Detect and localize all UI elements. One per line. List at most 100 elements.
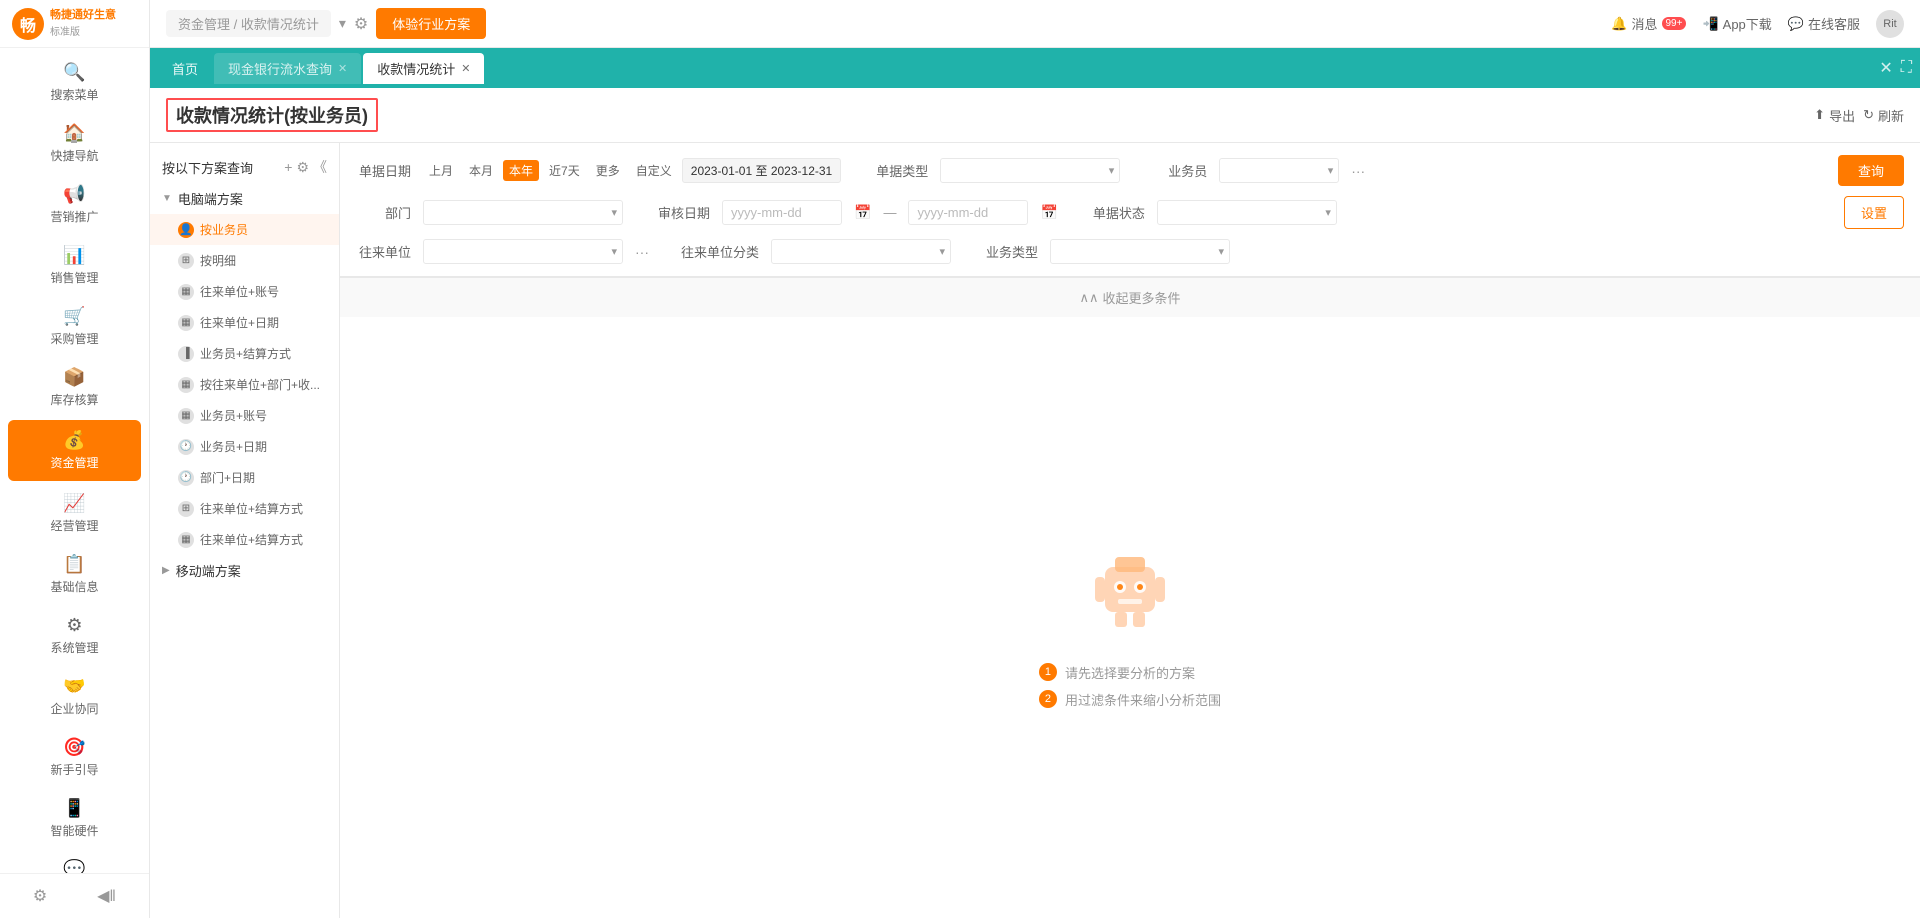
partner-category-select[interactable]	[771, 239, 951, 264]
partner-category-wrapper	[771, 239, 951, 264]
mobile-group-header[interactable]: ▶ 移动端方案	[150, 555, 339, 586]
app-download-btn[interactable]: 📲 App下载	[1702, 14, 1771, 33]
robot-svg	[1080, 537, 1180, 637]
empty-robot-illustration	[1070, 527, 1190, 647]
scheme-item-staff-account[interactable]: ▦ 业务员+账号	[150, 400, 339, 431]
pc-group-header[interactable]: ▼ 电脑端方案	[150, 183, 339, 214]
collapse-label: 收起更多条件	[1103, 288, 1181, 307]
dept-select[interactable]	[423, 200, 623, 225]
date-btn-7days[interactable]: 近7天	[543, 160, 586, 181]
scheme-item-by-staff[interactable]: 👤 按业务员	[150, 214, 339, 245]
dept-date-icon: 🕐	[178, 470, 194, 486]
doc-type-select[interactable]	[940, 158, 1120, 183]
partner-select[interactable]	[423, 239, 623, 264]
page-wrapper: 收款情况统计(按业务员) ⬆ 导出 ↻ 刷新 按以下方	[150, 88, 1920, 918]
sidebar-item-inventory[interactable]: 📦 库存核算	[0, 357, 149, 418]
staff-more-btn[interactable]: ···	[1351, 163, 1365, 179]
settings-button[interactable]: 设置	[1844, 196, 1904, 229]
add-scheme-btn[interactable]: +	[284, 157, 292, 177]
sidebar-item-guide[interactable]: 🎯 新手引导	[0, 727, 149, 788]
filter-row-1: 单据日期 上月 本月 本年 近7天 更多 自定义 2023-01-01	[356, 155, 1904, 186]
scheme-item-partner-settlement1[interactable]: ⊞ 往来单位+结算方式	[150, 493, 339, 524]
tab-bank-close[interactable]: ✕	[338, 62, 347, 75]
scheme-settings-btn[interactable]: ⚙	[296, 157, 309, 177]
sidebar-item-purchase[interactable]: 🛒 采购管理	[0, 296, 149, 357]
filter-row-3: 往来单位 ··· 往来单位分类	[356, 239, 1904, 264]
collapse-sidebar-icon[interactable]: ◀‖	[93, 882, 120, 910]
tab-bar-right: ✕ ⛶	[1879, 58, 1912, 78]
scheme-item-partner-dept[interactable]: ▦ 按往来单位+部门+收...	[150, 369, 339, 400]
scheme-item-partner-account[interactable]: ▦ 往来单位+账号	[150, 276, 339, 307]
sidebar-item-system[interactable]: ⚙ 系统管理	[0, 605, 149, 666]
date-btn-more[interactable]: 更多	[590, 160, 626, 181]
tab-collection-close[interactable]: ✕	[461, 62, 470, 75]
notification-btn[interactable]: 🔔 消息 99+	[1611, 14, 1686, 33]
tab-maximize-btn[interactable]: ⛶	[1901, 59, 1912, 77]
biz-type-select[interactable]	[1050, 239, 1230, 264]
audit-date-to-calendar[interactable]: 📅	[1040, 204, 1057, 221]
online-service-btn[interactable]: 💬 在线客服	[1788, 14, 1860, 33]
dept-label: 部门	[356, 203, 411, 222]
sidebar-item-label: 库存核算	[50, 391, 98, 408]
date-btn-this-month[interactable]: 本月	[463, 160, 499, 181]
staff-account-icon: ▦	[178, 408, 194, 424]
header-settings-icon[interactable]: ⚙	[354, 14, 368, 34]
user-avatar[interactable]: Rit	[1876, 10, 1904, 38]
sidebar-item-operation[interactable]: 📈 经营管理	[0, 483, 149, 544]
sidebar-item-finance[interactable]: 💰 资金管理	[8, 420, 141, 481]
left-panel: 按以下方案查询 + ⚙ 《 ▼ 电脑端方案	[150, 143, 340, 918]
biz-type-label: 业务类型	[983, 242, 1038, 261]
sidebar-item-label: 智能硬件	[50, 822, 98, 839]
partner-more-btn[interactable]: ···	[635, 244, 649, 260]
sidebar-item-label: 基础信息	[50, 578, 98, 595]
export-icon: ⬆	[1814, 107, 1825, 123]
scheme-item-by-detail[interactable]: ⊞ 按明细	[150, 245, 339, 276]
scheme-item-label: 按往来单位+部门+收...	[200, 376, 320, 393]
tab-collection[interactable]: 收款情况统计 ✕	[363, 53, 484, 84]
collapse-panel-btn[interactable]: 《	[313, 157, 327, 177]
staff-select[interactable]	[1219, 158, 1339, 183]
export-button[interactable]: ⬆ 导出	[1814, 106, 1855, 125]
sidebar-item-basic[interactable]: 📋 基础信息	[0, 544, 149, 605]
date-btn-this-year[interactable]: 本年	[503, 160, 539, 181]
scheme-item-dept-date[interactable]: 🕐 部门+日期	[150, 462, 339, 493]
tab-close-all-btn[interactable]: ✕	[1879, 58, 1892, 78]
sidebar-nav: 🔍 搜索菜单 🏠 快捷导航 📢 营销推广 📊 销售管理 🛒 采购管理 📦	[0, 48, 149, 873]
scheme-item-label: 往来单位+日期	[200, 314, 279, 331]
tab-home[interactable]: 首页	[158, 53, 212, 84]
sidebar-item-sales[interactable]: 📊 销售管理	[0, 235, 149, 296]
tab-bank-label: 现金银行流水查询	[228, 59, 332, 78]
tab-bank[interactable]: 现金银行流水查询 ✕	[214, 53, 361, 84]
trial-button[interactable]: 体验行业方案	[376, 8, 486, 39]
scheme-item-partner-date[interactable]: ▦ 往来单位+日期	[150, 307, 339, 338]
audit-date-from-calendar[interactable]: 📅	[854, 204, 871, 221]
refresh-button[interactable]: ↻ 刷新	[1863, 106, 1904, 125]
staff-settlement-icon: ▐	[178, 346, 194, 362]
doc-type-select-wrapper	[940, 158, 1120, 183]
scheme-item-staff-settlement[interactable]: ▐ 业务员+结算方式	[150, 338, 339, 369]
empty-tips: 1 请先选择要分析的方案 2 用过滤条件来缩小分析范围	[1039, 663, 1221, 709]
scheme-item-staff-date[interactable]: 🕐 业务员+日期	[150, 431, 339, 462]
settings-bottom-icon[interactable]: ⚙	[29, 882, 51, 910]
date-btn-custom[interactable]: 自定义	[630, 160, 678, 181]
collapse-bar[interactable]: ∧∧ 收起更多条件	[340, 277, 1920, 317]
audit-date-from[interactable]	[722, 200, 842, 225]
sidebar-item-enterprise[interactable]: 🤝 企业协同	[0, 666, 149, 727]
sidebar-item-shortcut[interactable]: 🏠 快捷导航	[0, 113, 149, 174]
wechat-icon: 💬	[63, 859, 85, 873]
date-btn-last-month[interactable]: 上月	[423, 160, 459, 181]
sidebar-item-marketing[interactable]: 📢 营销推广	[0, 174, 149, 235]
sidebar-item-hardware[interactable]: 📱 智能硬件	[0, 788, 149, 849]
audit-date-to[interactable]	[908, 200, 1028, 225]
page-actions: ⬆ 导出 ↻ 刷新	[1814, 106, 1904, 125]
logo-icon: 畅	[12, 8, 44, 40]
header-dropdown-btn[interactable]: ▾	[339, 15, 346, 32]
sidebar-item-wechat[interactable]: 💬 企业微信	[0, 849, 149, 873]
doc-status-select[interactable]	[1157, 200, 1337, 225]
date-quick-buttons: 上月 本月 本年 近7天 更多 自定义 2023-01-01 至 2023-12…	[423, 158, 841, 183]
scheme-item-label: 部门+日期	[200, 469, 255, 486]
query-button[interactable]: 查询	[1838, 155, 1904, 186]
sidebar-item-search[interactable]: 🔍 搜索菜单	[0, 52, 149, 113]
scheme-item-partner-settlement2[interactable]: ▦ 往来单位+结算方式	[150, 524, 339, 555]
top-header: 资金管理 / 收款情况统计 ▾ ⚙ 体验行业方案 🔔 消息 99+ 📲 App下…	[150, 0, 1920, 48]
